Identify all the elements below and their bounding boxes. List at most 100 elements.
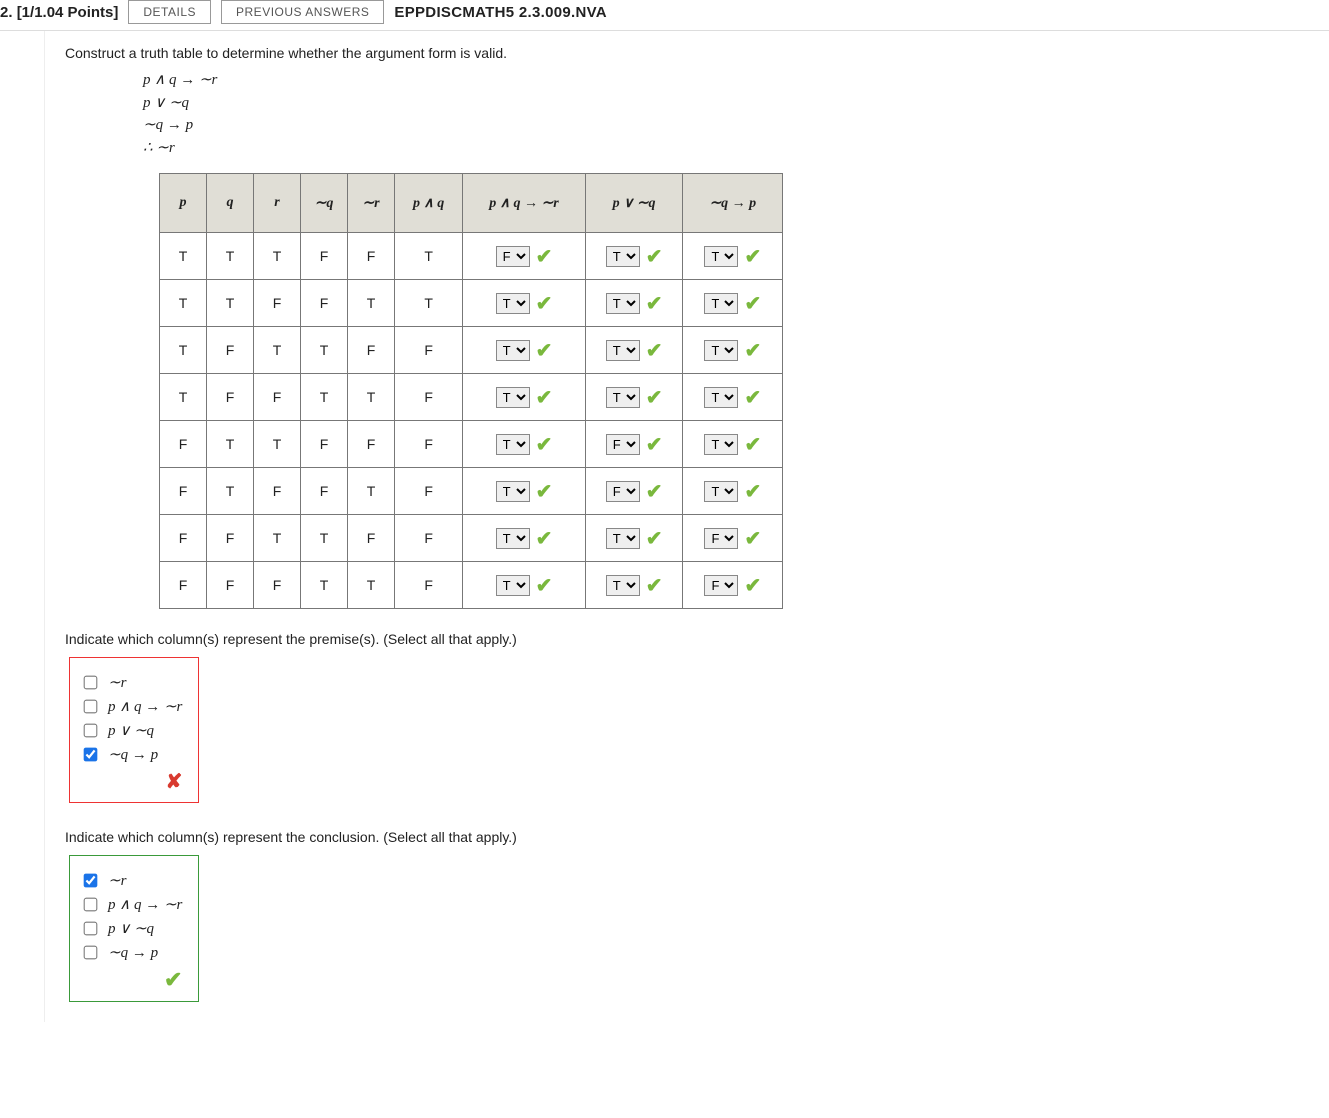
conclusion-opt-p-or-nq[interactable] <box>84 922 98 936</box>
argument-form: p ∧ q → ∼r p ∨ ∼q ∼q → p ∴ ∼r <box>143 69 1309 159</box>
cell-nr: T <box>348 280 395 327</box>
th-r: r <box>254 174 301 233</box>
cell-select: TF ✔ <box>463 562 585 609</box>
cell-pq: T <box>395 280 463 327</box>
cell-q: T <box>207 468 254 515</box>
cell-nr: F <box>348 327 395 374</box>
table-row: TTTFFTTF✔TF✔TF✔ <box>160 233 783 280</box>
tf-select[interactable]: TF <box>606 528 640 549</box>
cell-r: T <box>254 327 301 374</box>
check-icon: ✔ <box>536 385 553 410</box>
cell-p: F <box>160 562 207 609</box>
th-nq-to-p: ∼q → p <box>683 174 783 233</box>
premise-opt-p-or-nq[interactable] <box>84 724 98 738</box>
cell-nr: T <box>348 468 395 515</box>
cell-q: T <box>207 280 254 327</box>
tf-select[interactable]: TF <box>496 387 530 408</box>
tf-select[interactable]: TF <box>704 434 738 455</box>
check-icon: ✔ <box>646 291 663 316</box>
previous-answers-button[interactable]: PREVIOUS ANSWERS <box>221 0 384 24</box>
cell-nr: F <box>348 421 395 468</box>
cell-r: T <box>254 233 301 280</box>
cell-select: TF✔ <box>683 233 783 280</box>
premise-opt-nr[interactable] <box>84 676 98 690</box>
check-icon: ✔ <box>744 338 761 363</box>
th-p: p <box>160 174 207 233</box>
premise-3: ∼q → p <box>143 114 1309 137</box>
cell-nr: F <box>348 233 395 280</box>
tf-select[interactable]: TF <box>496 528 530 549</box>
check-icon: ✔ <box>646 479 663 504</box>
cell-select: TF✔ <box>585 374 683 421</box>
correct-icon: ✔ <box>164 967 182 992</box>
tf-select[interactable]: TF <box>704 340 738 361</box>
cell-r: F <box>254 562 301 609</box>
tf-select[interactable]: TF <box>704 528 738 549</box>
tf-select[interactable]: TF <box>496 575 530 596</box>
cell-nr: F <box>348 515 395 562</box>
table-row: TFFTTFTF✔TF✔TF✔ <box>160 374 783 421</box>
table-row: TFTTFFTF✔TF✔TF✔ <box>160 327 783 374</box>
th-nq: ∼q <box>301 174 348 233</box>
tf-select[interactable]: TF <box>704 246 738 267</box>
premise-opt-pandq-to-nr[interactable] <box>84 700 98 714</box>
th-pandq: p ∧ q <box>395 174 463 233</box>
tf-select[interactable]: TF <box>704 575 738 596</box>
tf-select[interactable]: TF <box>496 481 530 502</box>
cell-select: TF✔ <box>683 562 783 609</box>
cell-nq: T <box>301 374 348 421</box>
tf-select[interactable]: TF <box>704 481 738 502</box>
tf-select[interactable]: TF <box>606 575 640 596</box>
cell-select: TF ✔ <box>463 515 585 562</box>
tf-select[interactable]: TF <box>496 434 530 455</box>
check-icon: ✔ <box>646 244 663 269</box>
cell-r: F <box>254 374 301 421</box>
check-icon: ✔ <box>744 526 761 551</box>
tf-select[interactable]: TF <box>704 387 738 408</box>
check-icon: ✔ <box>536 526 553 551</box>
cell-nq: T <box>301 562 348 609</box>
th-pandq-to-nr: p ∧ q → ∼r <box>463 174 585 233</box>
check-icon: ✔ <box>744 432 761 457</box>
tf-select[interactable]: TF <box>606 481 640 502</box>
tf-select[interactable]: TF <box>704 293 738 314</box>
cell-nq: T <box>301 327 348 374</box>
premise-2: p ∨ ∼q <box>143 92 1309 115</box>
truth-table: p q r ∼q ∼r p ∧ q p ∧ q → ∼r p ∨ ∼q ∼q →… <box>159 173 783 609</box>
tf-select[interactable]: TF <box>496 340 530 361</box>
premise-opt-nq-to-p[interactable] <box>84 748 98 762</box>
conclusion-opt-pandq-to-nr[interactable] <box>84 898 98 912</box>
cell-select: TF ✔ <box>585 280 683 327</box>
conclusion-line: ∴ ∼r <box>143 137 1309 160</box>
tf-select[interactable]: TF <box>606 340 640 361</box>
cell-nq: F <box>301 468 348 515</box>
cell-p: T <box>160 374 207 421</box>
cell-p: T <box>160 280 207 327</box>
th-q: q <box>207 174 254 233</box>
tf-select[interactable]: TF <box>606 246 640 267</box>
check-icon: ✔ <box>744 385 761 410</box>
tf-select[interactable]: TF <box>606 387 640 408</box>
conclusion-question: Indicate which column(s) represent the c… <box>65 829 1309 845</box>
cell-select: TF ✔ <box>683 421 783 468</box>
cell-select: TF✔ <box>585 421 683 468</box>
check-icon: ✔ <box>536 573 553 598</box>
cell-p: F <box>160 468 207 515</box>
tf-select[interactable]: TF <box>606 293 640 314</box>
tf-select[interactable]: TF <box>496 246 530 267</box>
conclusion-opt-nq-to-p[interactable] <box>84 946 98 960</box>
cell-nq: F <box>301 421 348 468</box>
cell-p: T <box>160 327 207 374</box>
cell-select: TF✔ <box>585 515 683 562</box>
question-number: 2. <box>0 4 13 21</box>
details-button[interactable]: DETAILS <box>128 0 211 24</box>
tf-select[interactable]: TF <box>496 293 530 314</box>
cell-pq: F <box>395 327 463 374</box>
tf-select[interactable]: TF <box>606 434 640 455</box>
table-row: FTFFTFTF✔TF✔TF✔ <box>160 468 783 515</box>
cell-q: F <box>207 562 254 609</box>
cell-select: TF✔ <box>463 280 585 327</box>
cell-pq: T <box>395 233 463 280</box>
cell-p: F <box>160 515 207 562</box>
conclusion-opt-nr[interactable] <box>84 874 98 888</box>
